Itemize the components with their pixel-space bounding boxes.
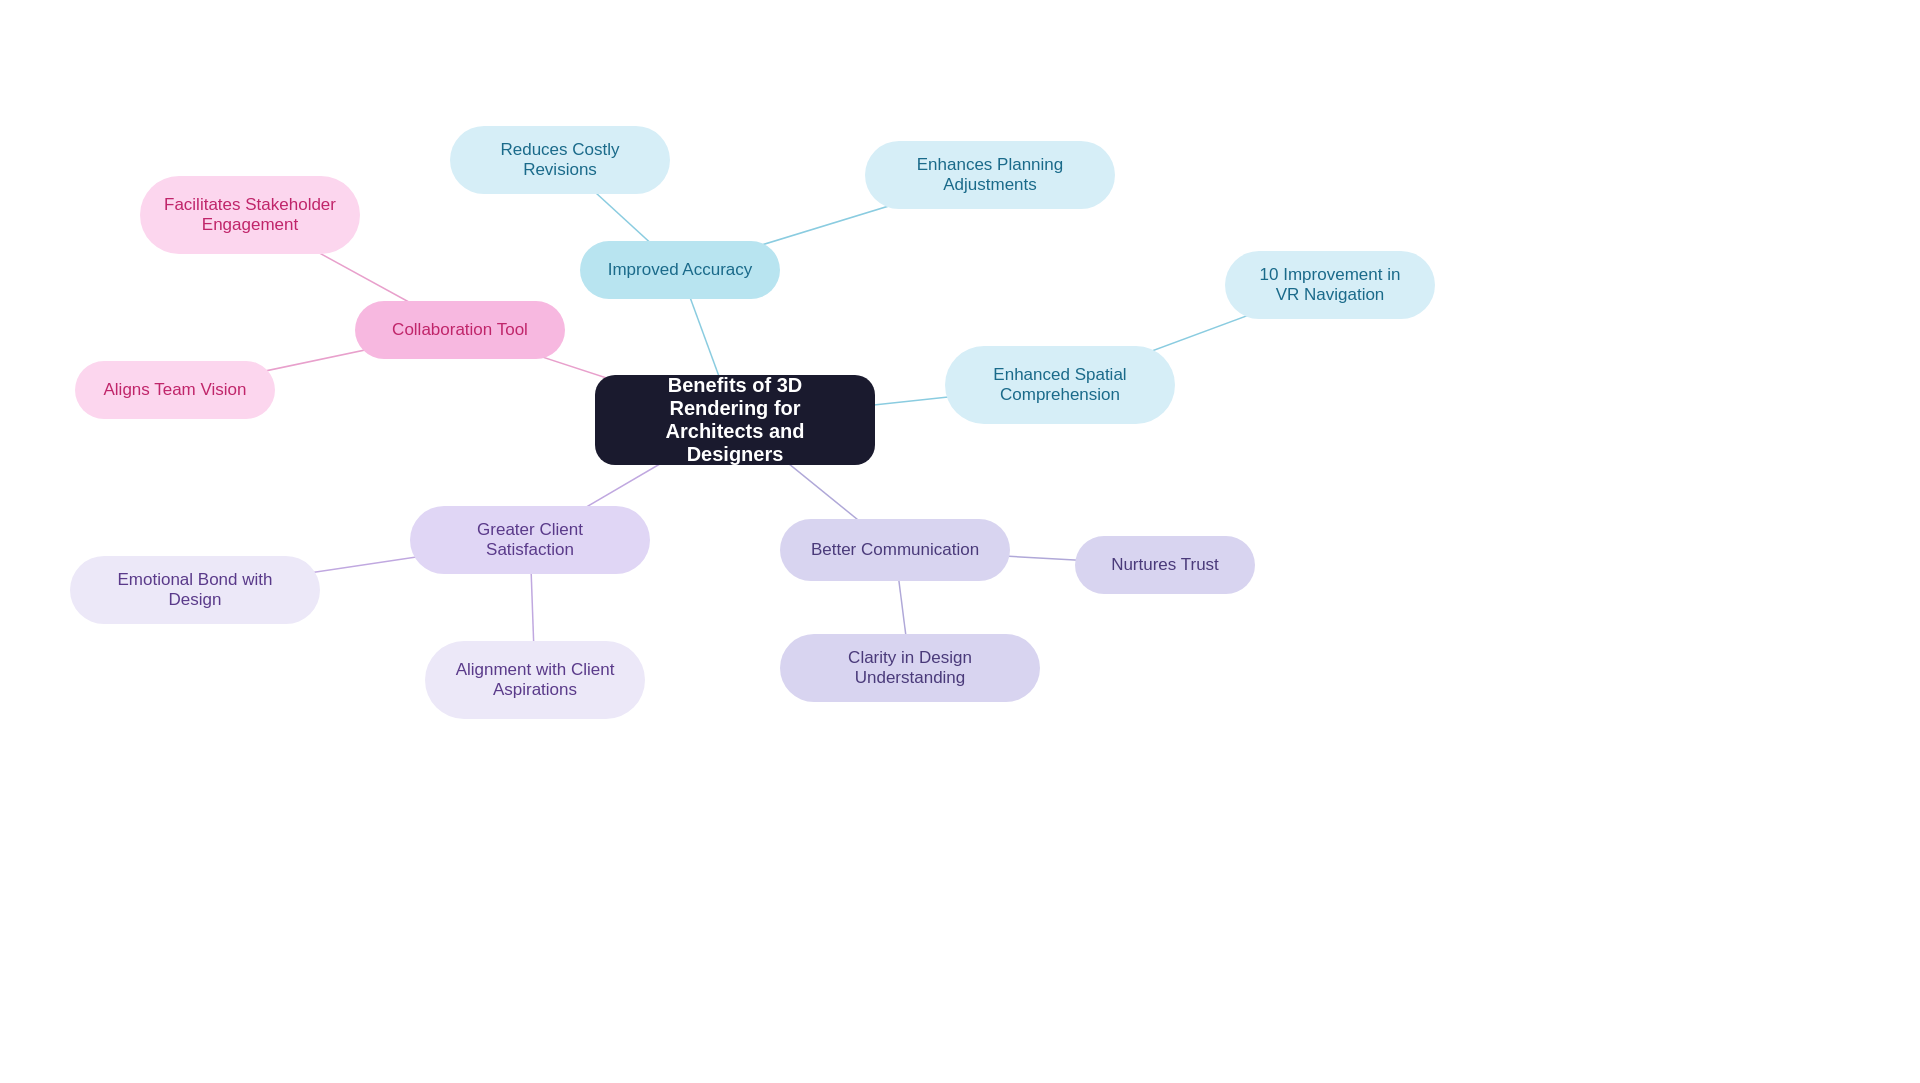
center-label: Benefits of 3D Rendering for Architects … bbox=[619, 374, 851, 466]
better-communication-label: Better Communication bbox=[811, 540, 979, 560]
enhanced-spatial-label: Enhanced Spatial Comprehension bbox=[969, 365, 1151, 405]
alignment-client-node: Alignment with Client Aspirations bbox=[425, 641, 645, 719]
aligns-team-label: Aligns Team Vision bbox=[103, 380, 246, 400]
facilitates-stakeholder-label: Facilitates Stakeholder Engagement bbox=[164, 195, 336, 235]
enhances-planning-label: Enhances Planning Adjustments bbox=[889, 155, 1091, 195]
aligns-team-node: Aligns Team Vision bbox=[75, 361, 275, 419]
nurtures-trust-label: Nurtures Trust bbox=[1111, 555, 1219, 575]
reduces-costly-label: Reduces Costly Revisions bbox=[474, 140, 646, 180]
improved-accuracy-node: Improved Accuracy bbox=[580, 241, 780, 299]
vr-navigation-node: 10 Improvement in VR Navigation bbox=[1225, 251, 1435, 319]
clarity-design-label: Clarity in Design Understanding bbox=[804, 648, 1016, 688]
reduces-costly-node: Reduces Costly Revisions bbox=[450, 126, 670, 194]
center-node: Benefits of 3D Rendering for Architects … bbox=[595, 375, 875, 465]
clarity-design-node: Clarity in Design Understanding bbox=[780, 634, 1040, 702]
greater-client-node: Greater Client Satisfaction bbox=[410, 506, 650, 574]
nurtures-trust-node: Nurtures Trust bbox=[1075, 536, 1255, 594]
emotional-bond-label: Emotional Bond with Design bbox=[94, 570, 296, 610]
greater-client-label: Greater Client Satisfaction bbox=[434, 520, 626, 560]
collaboration-tool-node: Collaboration Tool bbox=[355, 301, 565, 359]
collaboration-tool-label: Collaboration Tool bbox=[392, 320, 528, 340]
facilitates-stakeholder-node: Facilitates Stakeholder Engagement bbox=[140, 176, 360, 254]
enhances-planning-node: Enhances Planning Adjustments bbox=[865, 141, 1115, 209]
better-communication-node: Better Communication bbox=[780, 519, 1010, 581]
alignment-client-label: Alignment with Client Aspirations bbox=[449, 660, 621, 700]
mind-map-canvas: Benefits of 3D Rendering for Architects … bbox=[0, 0, 1920, 1083]
enhanced-spatial-node: Enhanced Spatial Comprehension bbox=[945, 346, 1175, 424]
emotional-bond-node: Emotional Bond with Design bbox=[70, 556, 320, 624]
improved-accuracy-label: Improved Accuracy bbox=[608, 260, 753, 280]
vr-navigation-label: 10 Improvement in VR Navigation bbox=[1249, 265, 1411, 305]
